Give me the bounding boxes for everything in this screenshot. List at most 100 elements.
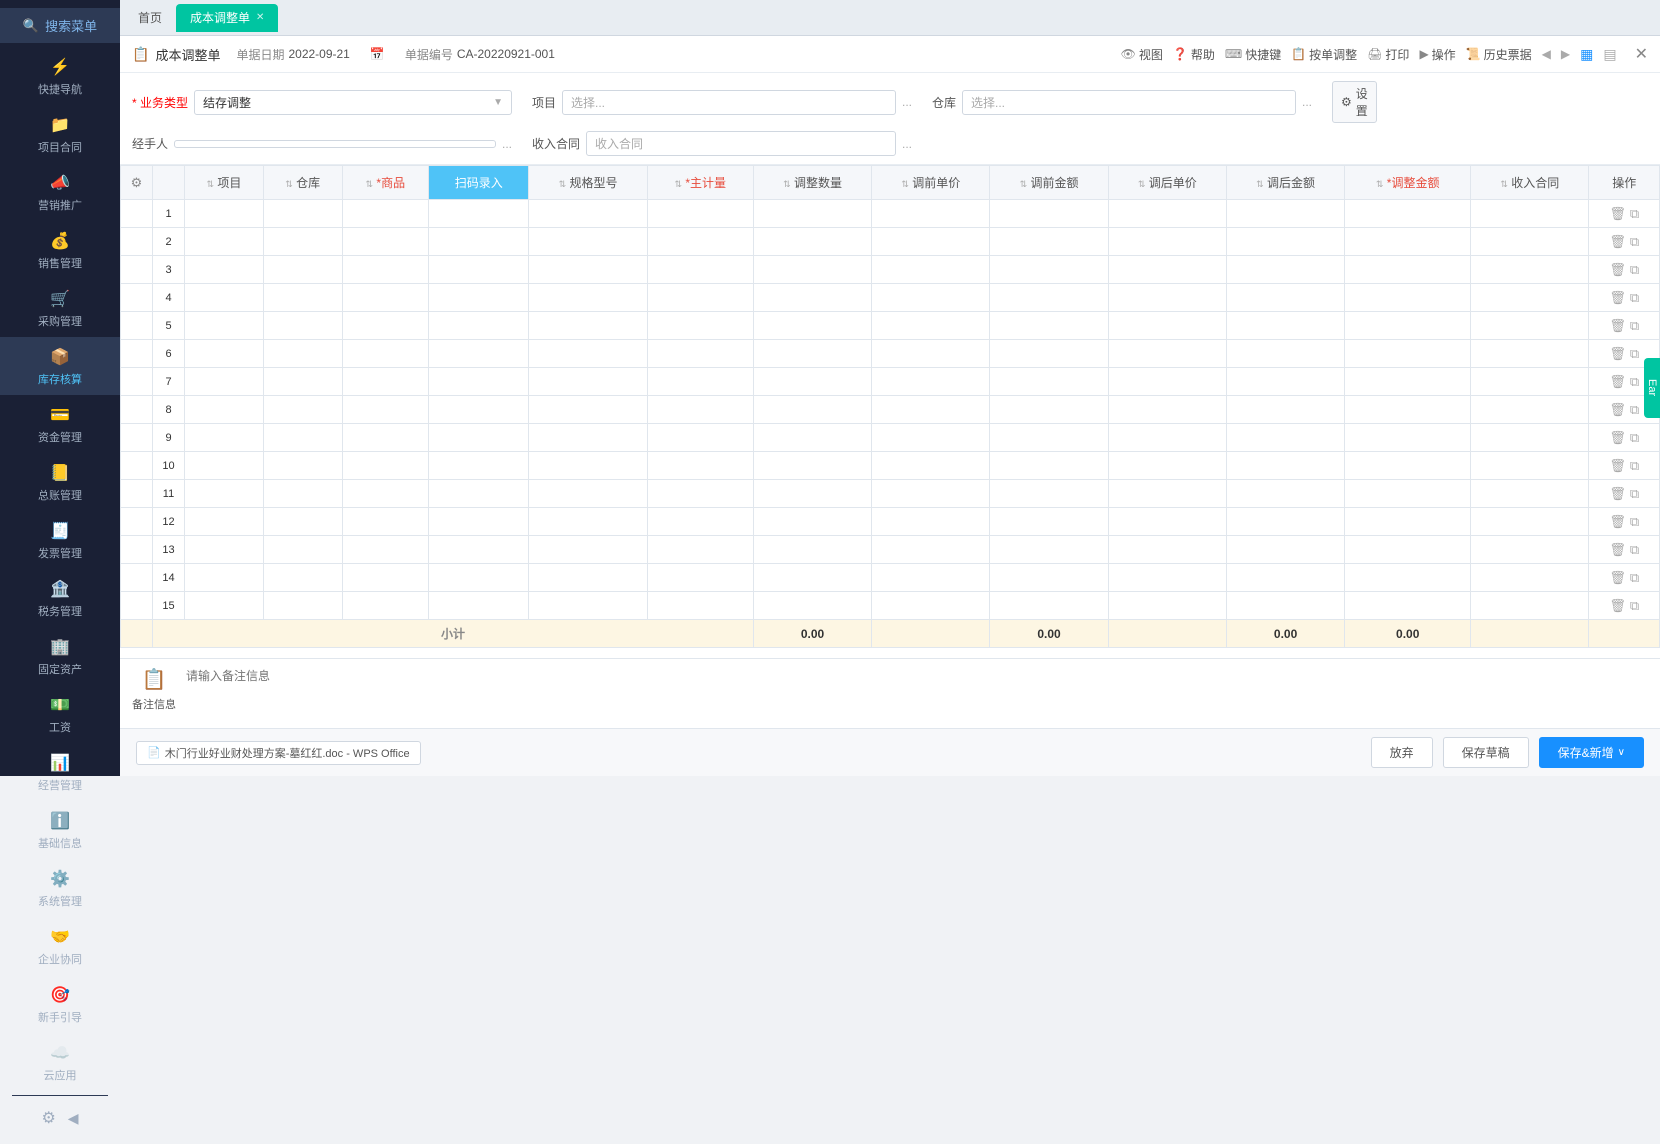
doc-calendar-icon[interactable]: 📅 bbox=[370, 47, 385, 61]
project-select[interactable]: 选择... bbox=[562, 90, 896, 115]
table-settings-icon[interactable]: ⚙ bbox=[131, 175, 143, 190]
sidebar-item-enterprise[interactable]: 🤝 企业协同 bbox=[0, 917, 120, 975]
sidebar-item-inventory[interactable]: 📦 库存核算 bbox=[0, 337, 120, 395]
td-income-1[interactable] bbox=[1471, 200, 1589, 228]
warehouse-select[interactable]: 选择... bbox=[962, 90, 1296, 115]
tab-home[interactable]: 首页 bbox=[124, 4, 176, 32]
copy-icon-3[interactable]: ⧉ bbox=[1630, 262, 1639, 278]
notes-input[interactable] bbox=[186, 667, 1648, 695]
settings-button[interactable]: ⚙ 设置 bbox=[1332, 81, 1377, 123]
nav-next-icon[interactable]: ▶ bbox=[1561, 47, 1570, 61]
td-adj-qty-1[interactable] bbox=[753, 200, 871, 228]
sidebar-item-invoice-mgmt[interactable]: 🧾 发票管理 bbox=[0, 511, 120, 569]
close-button[interactable]: ✕ bbox=[1635, 44, 1648, 64]
copy-icon-6[interactable]: ⧉ bbox=[1630, 346, 1639, 362]
tab-close-icon[interactable]: ✕ bbox=[256, 12, 264, 23]
sidebar-item-sales-mgmt[interactable]: 💰 销售管理 bbox=[0, 221, 120, 279]
copy-icon-2[interactable]: ⧉ bbox=[1630, 234, 1639, 250]
action-batch-edit[interactable]: 📋 按单调整 bbox=[1291, 46, 1357, 63]
th-scan-input[interactable]: 扫码录入 bbox=[429, 166, 529, 200]
collapse-icon[interactable]: ◀ bbox=[68, 1110, 79, 1127]
save-new-button[interactable]: 保存&新增 ∨ bbox=[1539, 737, 1644, 768]
delete-icon-3[interactable]: 🗑 bbox=[1609, 262, 1626, 278]
td-pre-amount-1[interactable] bbox=[990, 200, 1108, 228]
delete-icon-13[interactable]: 🗑 bbox=[1609, 542, 1626, 558]
project-dots[interactable]: ... bbox=[902, 95, 912, 109]
action-operate[interactable]: ▶ 操作 bbox=[1419, 46, 1455, 63]
copy-icon-10[interactable]: ⧉ bbox=[1630, 458, 1639, 474]
sidebar-item-new-guide[interactable]: 🎯 新手引导 bbox=[0, 975, 120, 1033]
copy-icon-7[interactable]: ⧉ bbox=[1630, 374, 1639, 390]
settings-bottom-icon[interactable]: ⚙ bbox=[41, 1108, 55, 1128]
copy-icon-12[interactable]: ⧉ bbox=[1630, 514, 1639, 530]
td-post-amount-1[interactable] bbox=[1226, 200, 1344, 228]
sidebar-item-fund-mgmt[interactable]: 💳 资金管理 bbox=[0, 395, 120, 453]
td-post-price-1[interactable] bbox=[1108, 200, 1226, 228]
income-contract-select[interactable]: 收入合同 bbox=[586, 131, 896, 156]
handler-select[interactable] bbox=[174, 140, 496, 148]
sidebar-item-sales-promotion[interactable]: 📣 营销推广 bbox=[0, 163, 120, 221]
sidebar-search[interactable]: 🔍 搜索菜单 bbox=[0, 8, 120, 43]
sidebar-item-basic-info[interactable]: ℹ️ 基础信息 bbox=[0, 801, 120, 859]
delete-icon-14[interactable]: 🗑 bbox=[1609, 570, 1626, 586]
warehouse-dots[interactable]: ... bbox=[1302, 95, 1312, 109]
td-project-1[interactable] bbox=[185, 200, 264, 228]
delete-icon-15[interactable]: 🗑 bbox=[1609, 598, 1626, 614]
td-spec-1[interactable] bbox=[529, 200, 647, 228]
delete-icon-6[interactable]: 🗑 bbox=[1609, 346, 1626, 362]
sidebar-item-ledger-mgmt[interactable]: 📒 总账管理 bbox=[0, 453, 120, 511]
action-shortcut[interactable]: ⌨ 快捷键 bbox=[1225, 46, 1281, 63]
td-goods-1[interactable] bbox=[342, 200, 428, 228]
sidebar-item-sys-mgmt[interactable]: ⚙️ 系统管理 bbox=[0, 859, 120, 917]
delete-icon-4[interactable]: 🗑 bbox=[1609, 290, 1626, 306]
handler-dots[interactable]: ... bbox=[502, 137, 512, 151]
td-warehouse-1[interactable] bbox=[263, 200, 342, 228]
td-adj-amount-1[interactable] bbox=[1345, 200, 1471, 228]
copy-icon-9[interactable]: ⧉ bbox=[1630, 430, 1639, 446]
sidebar-item-payroll[interactable]: 💵 工资 bbox=[0, 685, 120, 743]
income-contract-dots[interactable]: ... bbox=[902, 137, 912, 151]
sidebar-item-fixed-assets[interactable]: 🏢 固定资产 bbox=[0, 627, 120, 685]
td-main-unit-1[interactable] bbox=[647, 200, 753, 228]
action-print[interactable]: 🖨 打印 bbox=[1367, 46, 1409, 63]
copy-icon-5[interactable]: ⧉ bbox=[1630, 318, 1639, 334]
sidebar-item-cloud-apps[interactable]: ☁️ 云应用 bbox=[0, 1033, 120, 1091]
business-type-select[interactable]: 结存调整 ▼ bbox=[194, 90, 512, 115]
copy-icon-13[interactable]: ⧉ bbox=[1630, 542, 1639, 558]
abandon-button[interactable]: 放弃 bbox=[1371, 737, 1433, 768]
delete-icon-12[interactable]: 🗑 bbox=[1609, 514, 1626, 530]
action-history[interactable]: 📜 历史票据 bbox=[1466, 46, 1532, 63]
sidebar-item-purchase-mgmt[interactable]: 🛒 采购管理 bbox=[0, 279, 120, 337]
nav-prev-icon[interactable]: ◀ bbox=[1542, 47, 1551, 61]
copy-icon-15[interactable]: ⧉ bbox=[1630, 598, 1639, 614]
sidebar-item-quick-nav[interactable]: ⚡ 快捷导航 bbox=[0, 47, 120, 105]
delete-icon-11[interactable]: 🗑 bbox=[1609, 486, 1626, 502]
save-draft-button[interactable]: 保存草稿 bbox=[1443, 737, 1529, 768]
view-list-icon[interactable]: ▤ bbox=[1603, 46, 1616, 63]
sidebar-item-ops-mgmt[interactable]: 📊 经营管理 bbox=[0, 743, 120, 801]
copy-icon-1[interactable]: ⧉ bbox=[1630, 206, 1639, 222]
delete-icon-9[interactable]: 🗑 bbox=[1609, 430, 1626, 446]
delete-icon-5[interactable]: 🗑 bbox=[1609, 318, 1626, 334]
action-help[interactable]: ❓ 帮助 bbox=[1173, 46, 1215, 63]
delete-icon-8[interactable]: 🗑 bbox=[1609, 402, 1626, 418]
taskbar-item[interactable]: 📄 木门行业好业财处理方案-墓红红.doc - WPS Office bbox=[136, 741, 421, 765]
delete-icon-2[interactable]: 🗑 bbox=[1609, 234, 1626, 250]
delete-icon-7[interactable]: 🗑 bbox=[1609, 374, 1626, 390]
table-wrapper[interactable]: ⚙ ⇅ 项目 ⇅ 仓库 ⇅ *商品 扫码录入 ⇅ 规格型号 ⇅ *主计量 ⇅ 调… bbox=[120, 165, 1660, 658]
copy-icon-4[interactable]: ⧉ bbox=[1630, 290, 1639, 306]
td-scan-1[interactable] bbox=[429, 200, 529, 228]
view-grid-icon[interactable]: ▦ bbox=[1580, 46, 1593, 63]
delete-icon-1[interactable]: 🗑 bbox=[1609, 206, 1626, 222]
sidebar-item-tax-mgmt[interactable]: 🏦 税务管理 bbox=[0, 569, 120, 627]
td-pre-price-1[interactable] bbox=[872, 200, 990, 228]
copy-icon-11[interactable]: ⧉ bbox=[1630, 486, 1639, 502]
delete-icon-10[interactable]: 🗑 bbox=[1609, 458, 1626, 474]
right-edge-tab[interactable]: Ear bbox=[1644, 358, 1660, 418]
copy-icon-8[interactable]: ⧉ bbox=[1630, 402, 1639, 418]
copy-icon-14[interactable]: ⧉ bbox=[1630, 570, 1639, 586]
th-settings[interactable]: ⚙ bbox=[121, 166, 153, 200]
sidebar-item-project-contract[interactable]: 📁 项目合同 bbox=[0, 105, 120, 163]
tab-cost-adjustment[interactable]: 成本调整单 ✕ bbox=[176, 4, 278, 32]
action-view[interactable]: 👁 视图 bbox=[1121, 46, 1163, 63]
